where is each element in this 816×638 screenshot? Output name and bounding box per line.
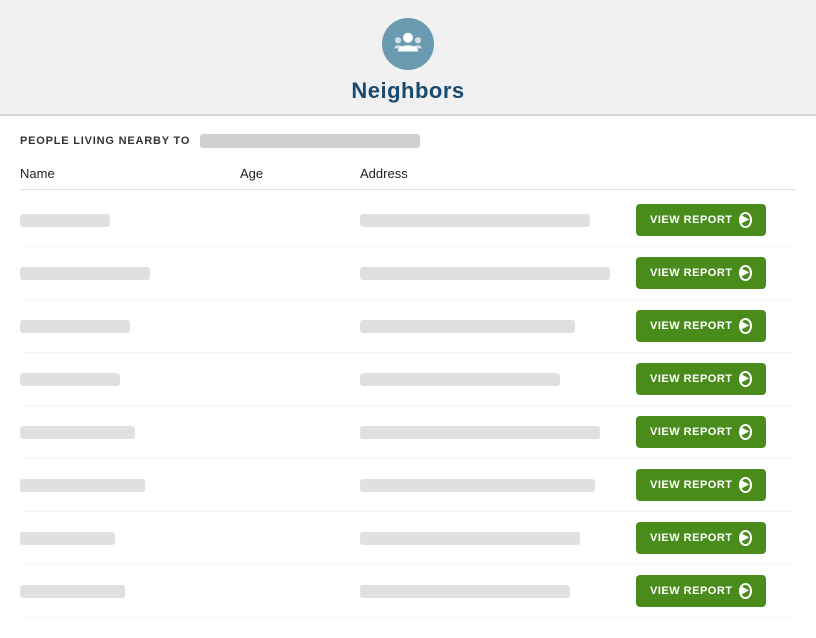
page-header: Neighbors bbox=[0, 0, 816, 114]
view-report-button[interactable]: VIEW REPORT ▶ bbox=[636, 310, 766, 342]
chevron-right-icon: ▶ bbox=[739, 371, 752, 387]
col-header-address: Address bbox=[360, 166, 636, 181]
address-blur bbox=[360, 426, 600, 439]
chevron-right-icon: ▶ bbox=[739, 212, 752, 228]
section-label: PEOPLE LIVING NEARBY TO bbox=[20, 134, 796, 148]
table-row: VIEW REPORT ▶ bbox=[20, 406, 796, 459]
name-blur bbox=[20, 373, 120, 386]
chevron-right-icon: ▶ bbox=[739, 530, 752, 546]
col-header-action bbox=[636, 166, 796, 181]
page-title: Neighbors bbox=[351, 78, 464, 104]
table-row: VIEW REPORT ▶ bbox=[20, 459, 796, 512]
view-report-button[interactable]: VIEW REPORT ▶ bbox=[636, 469, 766, 501]
name-blur bbox=[20, 585, 125, 598]
name-blur bbox=[20, 320, 130, 333]
table-row: VIEW REPORT ▶ bbox=[20, 565, 796, 618]
view-report-button[interactable]: VIEW REPORT ▶ bbox=[636, 575, 766, 607]
view-report-button[interactable]: VIEW REPORT ▶ bbox=[636, 204, 766, 236]
address-blur bbox=[360, 214, 590, 227]
name-blur bbox=[20, 214, 110, 227]
view-report-button[interactable]: VIEW REPORT ▶ bbox=[636, 416, 766, 448]
col-header-name: Name bbox=[20, 166, 240, 181]
chevron-right-icon: ▶ bbox=[739, 477, 752, 493]
view-report-button[interactable]: VIEW REPORT ▶ bbox=[636, 363, 766, 395]
view-report-button[interactable]: VIEW REPORT ▶ bbox=[636, 522, 766, 554]
table-header: Name Age Address bbox=[20, 162, 796, 190]
address-blur bbox=[360, 267, 610, 280]
col-header-age: Age bbox=[240, 166, 360, 181]
chevron-right-icon: ▶ bbox=[739, 265, 752, 281]
address-blur bbox=[360, 320, 575, 333]
table-row: VIEW REPORT ▶ bbox=[20, 353, 796, 406]
address-blur bbox=[360, 532, 580, 545]
table-row: VIEW REPORT ▶ bbox=[20, 512, 796, 565]
chevron-right-icon: ▶ bbox=[739, 583, 752, 599]
chevron-right-icon: ▶ bbox=[739, 424, 752, 440]
name-blur bbox=[20, 479, 145, 492]
blurred-name-bar bbox=[200, 134, 420, 148]
table-row: VIEW REPORT ▶ bbox=[20, 247, 796, 300]
main-content: PEOPLE LIVING NEARBY TO Name Age Address… bbox=[0, 114, 816, 638]
neighbors-icon bbox=[382, 18, 434, 70]
name-blur bbox=[20, 426, 135, 439]
table-row: VIEW REPORT ▶ bbox=[20, 194, 796, 247]
name-blur bbox=[20, 267, 150, 280]
address-blur bbox=[360, 479, 595, 492]
table-row: VIEW REPORT ▶ bbox=[20, 300, 796, 353]
address-blur bbox=[360, 585, 570, 598]
view-report-button[interactable]: VIEW REPORT ▶ bbox=[636, 257, 766, 289]
chevron-right-icon: ▶ bbox=[739, 318, 752, 334]
address-blur bbox=[360, 373, 560, 386]
name-blur bbox=[20, 532, 115, 545]
